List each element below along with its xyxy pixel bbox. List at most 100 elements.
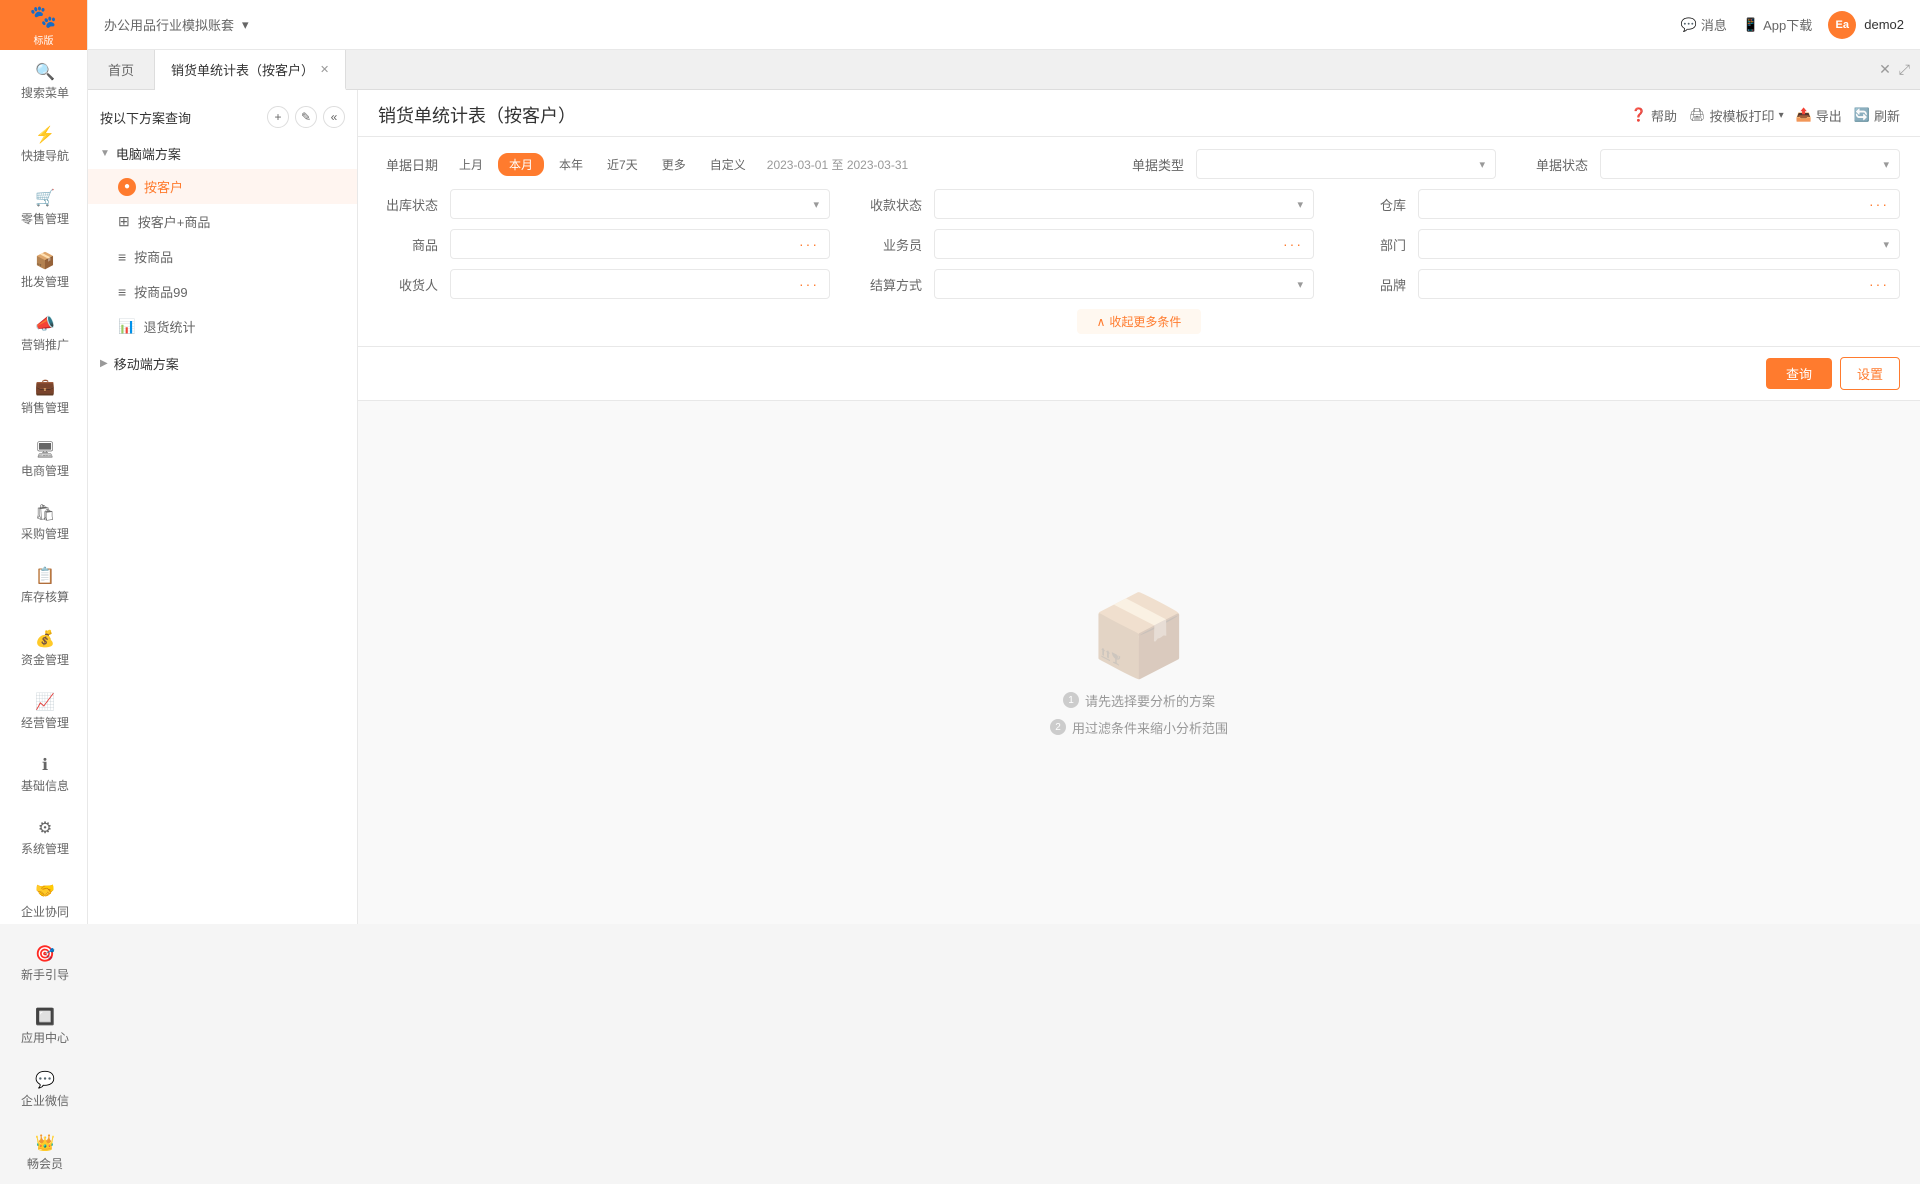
finance-icon: 💰 [7, 629, 83, 649]
app-download-button[interactable]: 📱 App下载 [1743, 15, 1812, 34]
salesperson-dots[interactable]: ··· [1283, 236, 1303, 252]
user-name: demo2 [1864, 17, 1904, 32]
brand-select[interactable]: ··· [1418, 269, 1900, 299]
doc-status-select[interactable]: ▾ [1600, 149, 1900, 179]
help-icon: ❓ [1631, 107, 1647, 123]
date-last-7[interactable]: 近7天 [598, 151, 647, 178]
warehouse-label: 仓库 [1346, 195, 1406, 214]
sidebar-item-app-center[interactable]: 🔲 应用中心 [0, 995, 87, 1058]
mobile-group-title[interactable]: ▶ 移动端方案 [88, 348, 357, 379]
sidebar-label-basic-info: 基础信息 [21, 779, 69, 793]
date-this-month[interactable]: 本月 [498, 153, 544, 176]
page-title: 销货单统计表（按客户） [378, 102, 576, 128]
message-button[interactable]: 💬 消息 [1681, 15, 1727, 34]
refresh-button[interactable]: 🔄 刷新 [1854, 106, 1900, 125]
tab-home[interactable]: 首页 [88, 50, 155, 90]
user-initials: Ea [1836, 19, 1849, 31]
date-custom[interactable]: 自定义 [701, 151, 755, 178]
doc-type-select[interactable]: ▾ [1196, 149, 1496, 179]
doc-status-arrow-icon: ▾ [1883, 158, 1889, 171]
refresh-label: 刷新 [1874, 106, 1900, 125]
action-bar: 查询 设置 [358, 347, 1920, 401]
salesperson-select[interactable]: ··· [934, 229, 1314, 259]
download-icon: 📱 [1743, 17, 1759, 33]
scheme-by-goods99[interactable]: ≡ 按商品99 [88, 274, 357, 309]
window-close-button[interactable]: ✕ [1879, 61, 1891, 78]
edit-scheme-button[interactable]: ✎ [295, 106, 317, 128]
desktop-group-title[interactable]: ▼ 电脑端方案 [88, 138, 357, 169]
sidebar-item-wechat[interactable]: 💬 企业微信 [0, 1058, 87, 1121]
enterprise-icon: 🤝 [7, 881, 83, 901]
breadcrumb-arrow[interactable]: ▾ [242, 17, 249, 33]
filter-row-1: 单据日期 上月 本月 本年 近7天 更多 自定义 2023-03-01 至 20… [378, 149, 1900, 179]
doc-type-arrow-icon: ▾ [1479, 158, 1485, 171]
app-download-label: App下载 [1763, 15, 1812, 34]
panel-header: 按以下方案查询 + ✎ « [88, 100, 357, 134]
window-maximize-button[interactable]: ⤢ [1899, 61, 1910, 78]
sidebar-item-retail[interactable]: 🛒 零售管理 [0, 176, 87, 239]
collapse-panel-button[interactable]: « [323, 106, 345, 128]
add-scheme-button[interactable]: + [267, 106, 289, 128]
sidebar-item-new-guide[interactable]: 🎯 新手引导 [0, 932, 87, 995]
sidebar-item-quick-nav[interactable]: ⚡ 快捷导航 [0, 113, 87, 176]
print-icon: 🖨 [1689, 107, 1706, 123]
help-label: 帮助 [1651, 106, 1677, 125]
help-button[interactable]: ❓ 帮助 [1631, 106, 1677, 125]
query-button[interactable]: 查询 [1766, 358, 1832, 389]
sidebar-item-system[interactable]: ⚙ 系统管理 [0, 806, 87, 869]
scheme-by-customer[interactable]: ● 按客户 [88, 169, 357, 204]
sidebar-label-retail: 零售管理 [21, 212, 69, 226]
sidebar-item-enterprise[interactable]: 🤝 企业协同 [0, 869, 87, 932]
receipt-status-arrow-icon: ▾ [1297, 198, 1303, 211]
print-button[interactable]: 🖨 按模板打印 ▾ [1689, 106, 1784, 125]
logo[interactable]: 🐾 标版 [0, 0, 87, 50]
goods-select[interactable]: ··· [450, 229, 830, 259]
sidebar-item-marketing[interactable]: 📣 营销推广 [0, 302, 87, 365]
logo-icon: 🐾 [30, 4, 57, 30]
operations-icon: 📈 [7, 692, 83, 712]
settings-button[interactable]: 设置 [1840, 357, 1900, 390]
scheme-return-stat[interactable]: 📊 退货统计 [88, 309, 357, 344]
user-menu[interactable]: Ea demo2 [1828, 11, 1904, 39]
date-last-month[interactable]: 上月 [450, 151, 492, 178]
warehouse-dots[interactable]: ··· [1869, 196, 1889, 212]
receiver-select[interactable]: ··· [450, 269, 830, 299]
sidebar-item-ecommerce[interactable]: 🖥 电商管理 [0, 428, 87, 491]
sidebar-label-quick-nav: 快捷导航 [21, 149, 69, 163]
sidebar-item-basic-info[interactable]: ℹ 基础信息 [0, 743, 87, 806]
sidebar-item-sales[interactable]: 💼 销售管理 [0, 365, 87, 428]
refresh-icon: 🔄 [1854, 107, 1870, 123]
export-button[interactable]: 📤 导出 [1796, 106, 1842, 125]
date-range-display: 2023-03-01 至 2023-03-31 [767, 156, 908, 173]
collapse-more-button[interactable]: ∧ 收起更多条件 [1077, 309, 1202, 334]
brand-dots[interactable]: ··· [1869, 276, 1889, 292]
warehouse-select[interactable]: ··· [1418, 189, 1900, 219]
sidebar-item-purchase[interactable]: 🛍 采购管理 [0, 491, 87, 554]
sidebar: 🐾 标版 🔍 搜索菜单 ⚡ 快捷导航 🛒 零售管理 📦 批发管理 📣 营销推广 … [0, 0, 88, 924]
scheme-by-customer-goods[interactable]: ⊞ 按客户+商品 [88, 204, 357, 239]
quick-nav-icon: ⚡ [7, 125, 83, 145]
sidebar-item-operations[interactable]: 📈 经营管理 [0, 680, 87, 743]
sidebar-item-finance[interactable]: 💰 资金管理 [0, 617, 87, 680]
sidebar-item-wholesale[interactable]: 📦 批发管理 [0, 239, 87, 302]
sidebar-item-inventory[interactable]: 📋 库存核算 [0, 554, 87, 617]
settlement-select[interactable]: ▾ [934, 269, 1314, 299]
out-status-select[interactable]: ▾ [450, 189, 830, 219]
inventory-icon: 📋 [7, 566, 83, 586]
member-icon: 👑 [7, 1133, 83, 1153]
sidebar-item-search[interactable]: 🔍 搜索菜单 [0, 50, 87, 113]
scheme-return-stat-label: 退货统计 [143, 317, 195, 336]
receipt-status-select[interactable]: ▾ [934, 189, 1314, 219]
goods-dots[interactable]: ··· [799, 236, 819, 252]
receiver-dots[interactable]: ··· [799, 276, 819, 292]
sidebar-item-member[interactable]: 👑 畅会员 [0, 1121, 87, 1184]
department-select[interactable]: ▾ [1418, 229, 1900, 259]
system-icon: ⚙ [7, 818, 83, 838]
scheme-by-goods[interactable]: ≡ 按商品 [88, 239, 357, 274]
tab-sales-stat[interactable]: 销货单统计表（按客户） ✕ [155, 50, 346, 90]
date-more[interactable]: 更多 [653, 151, 695, 178]
page-actions: ❓ 帮助 🖨 按模板打印 ▾ 📤 导出 🔄 刷新 [1631, 106, 1900, 125]
date-this-year[interactable]: 本年 [550, 151, 592, 178]
tab-close-button[interactable]: ✕ [320, 63, 329, 76]
purchase-icon: 🛍 [7, 503, 83, 523]
